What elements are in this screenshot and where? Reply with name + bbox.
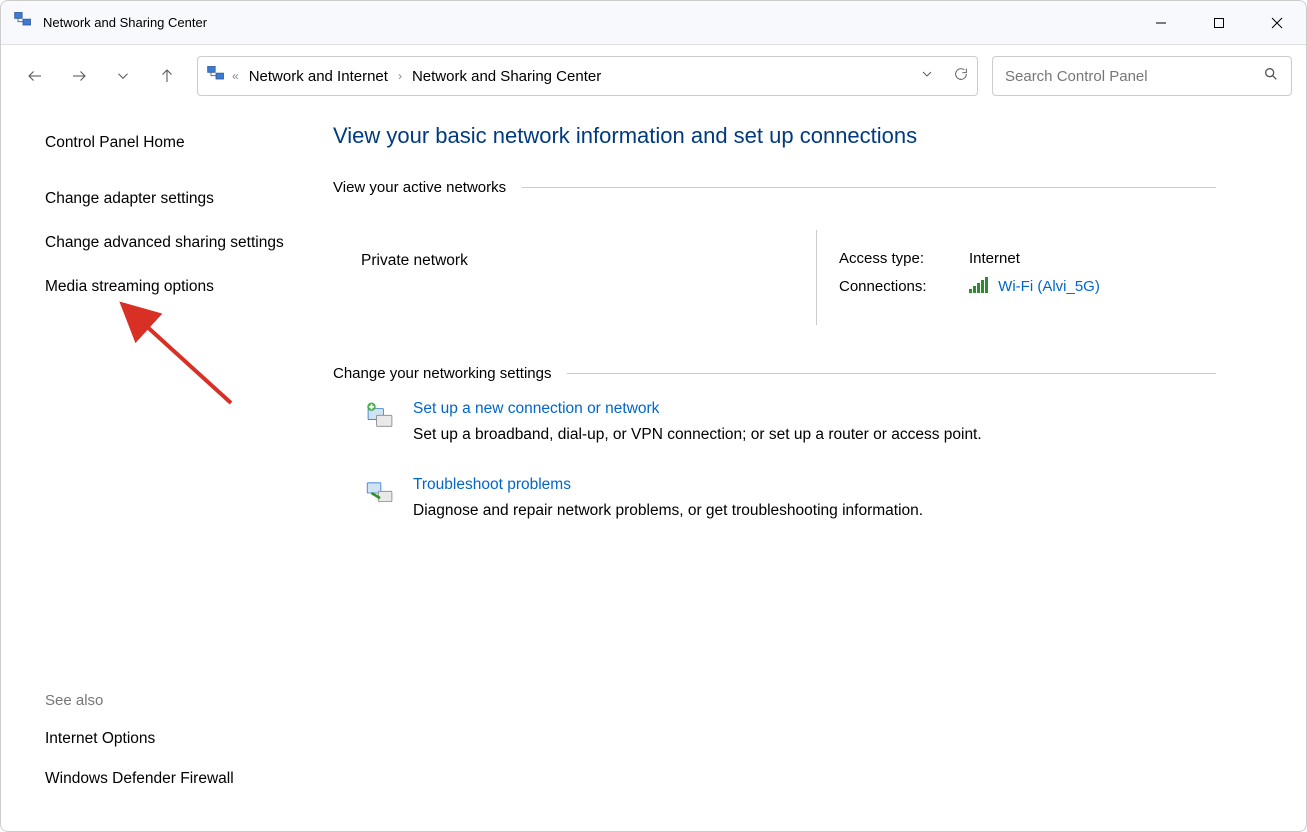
see-also-defender-firewall[interactable]: Windows Defender Firewall bbox=[45, 767, 291, 791]
nav-forward-button[interactable] bbox=[59, 56, 99, 96]
nav-recent-button[interactable] bbox=[103, 56, 143, 96]
window-title: Network and Sharing Center bbox=[43, 15, 207, 30]
connection-link[interactable]: Wi-Fi (Alvi_5G) bbox=[998, 278, 1100, 295]
task-link[interactable]: Troubleshoot problems bbox=[413, 476, 923, 494]
section-header-label: Change your networking settings bbox=[333, 365, 551, 382]
location-icon bbox=[206, 64, 226, 89]
task-setup-connection: Set up a new connection or network Set u… bbox=[333, 394, 1216, 470]
section-header-label: View your active networks bbox=[333, 179, 506, 196]
task-description: Set up a broadband, dial-up, or VPN conn… bbox=[413, 426, 982, 444]
section-active-networks: View your active networks bbox=[333, 179, 1216, 196]
sidebar-link-advanced-sharing[interactable]: Change advanced sharing settings bbox=[45, 231, 291, 255]
titlebar: Network and Sharing Center bbox=[1, 1, 1306, 45]
section-rule bbox=[567, 373, 1216, 374]
close-button[interactable] bbox=[1248, 1, 1306, 45]
connections-label: Connections: bbox=[839, 278, 969, 295]
access-type-value: Internet bbox=[969, 250, 1020, 267]
breadcrumb-item[interactable]: Network and Sharing Center bbox=[408, 66, 605, 87]
task-link[interactable]: Set up a new connection or network bbox=[413, 400, 982, 418]
minimize-button[interactable] bbox=[1132, 1, 1190, 45]
sidebar-link-media-streaming[interactable]: Media streaming options bbox=[45, 275, 291, 299]
task-troubleshoot: Troubleshoot problems Diagnose and repai… bbox=[333, 470, 1216, 546]
breadcrumb-item[interactable]: Network and Internet bbox=[245, 66, 392, 87]
network-details: Access type: Internet Connections: Wi-Fi… bbox=[816, 230, 1216, 325]
page-title: View your basic network information and … bbox=[333, 123, 1216, 149]
maximize-button[interactable] bbox=[1190, 1, 1248, 45]
refresh-button[interactable] bbox=[953, 66, 969, 87]
see-also-header: See also bbox=[45, 692, 291, 709]
breadcrumb-overflow[interactable]: « bbox=[232, 69, 239, 83]
search-icon[interactable] bbox=[1263, 66, 1279, 87]
section-change-settings: Change your networking settings bbox=[333, 365, 1216, 382]
content-area: Control Panel Home Change adapter settin… bbox=[1, 107, 1306, 831]
network-sharing-icon bbox=[13, 10, 33, 35]
setup-connection-icon bbox=[363, 400, 413, 444]
search-box[interactable] bbox=[992, 56, 1292, 96]
search-input[interactable] bbox=[1005, 68, 1263, 85]
main-panel: View your basic network information and … bbox=[311, 107, 1306, 831]
wifi-signal-icon bbox=[969, 277, 988, 293]
section-rule bbox=[522, 187, 1216, 188]
active-network-block: Private network Access type: Internet Co… bbox=[333, 208, 1216, 365]
toolbar: « Network and Internet › Network and Sha… bbox=[1, 45, 1306, 107]
address-dropdown-button[interactable] bbox=[919, 66, 935, 87]
sidebar: Control Panel Home Change adapter settin… bbox=[1, 107, 311, 831]
access-type-label: Access type: bbox=[839, 250, 969, 267]
chevron-right-icon: › bbox=[398, 69, 402, 83]
see-also-internet-options[interactable]: Internet Options bbox=[45, 727, 291, 751]
window-controls bbox=[1132, 1, 1306, 45]
task-description: Diagnose and repair network problems, or… bbox=[413, 502, 923, 520]
nav-up-button[interactable] bbox=[147, 56, 187, 96]
network-type-label: Private network bbox=[361, 230, 816, 325]
control-panel-home-link[interactable]: Control Panel Home bbox=[45, 131, 291, 155]
sidebar-link-adapter[interactable]: Change adapter settings bbox=[45, 187, 291, 211]
nav-back-button[interactable] bbox=[15, 56, 55, 96]
address-bar[interactable]: « Network and Internet › Network and Sha… bbox=[197, 56, 978, 96]
troubleshoot-icon bbox=[363, 476, 413, 520]
